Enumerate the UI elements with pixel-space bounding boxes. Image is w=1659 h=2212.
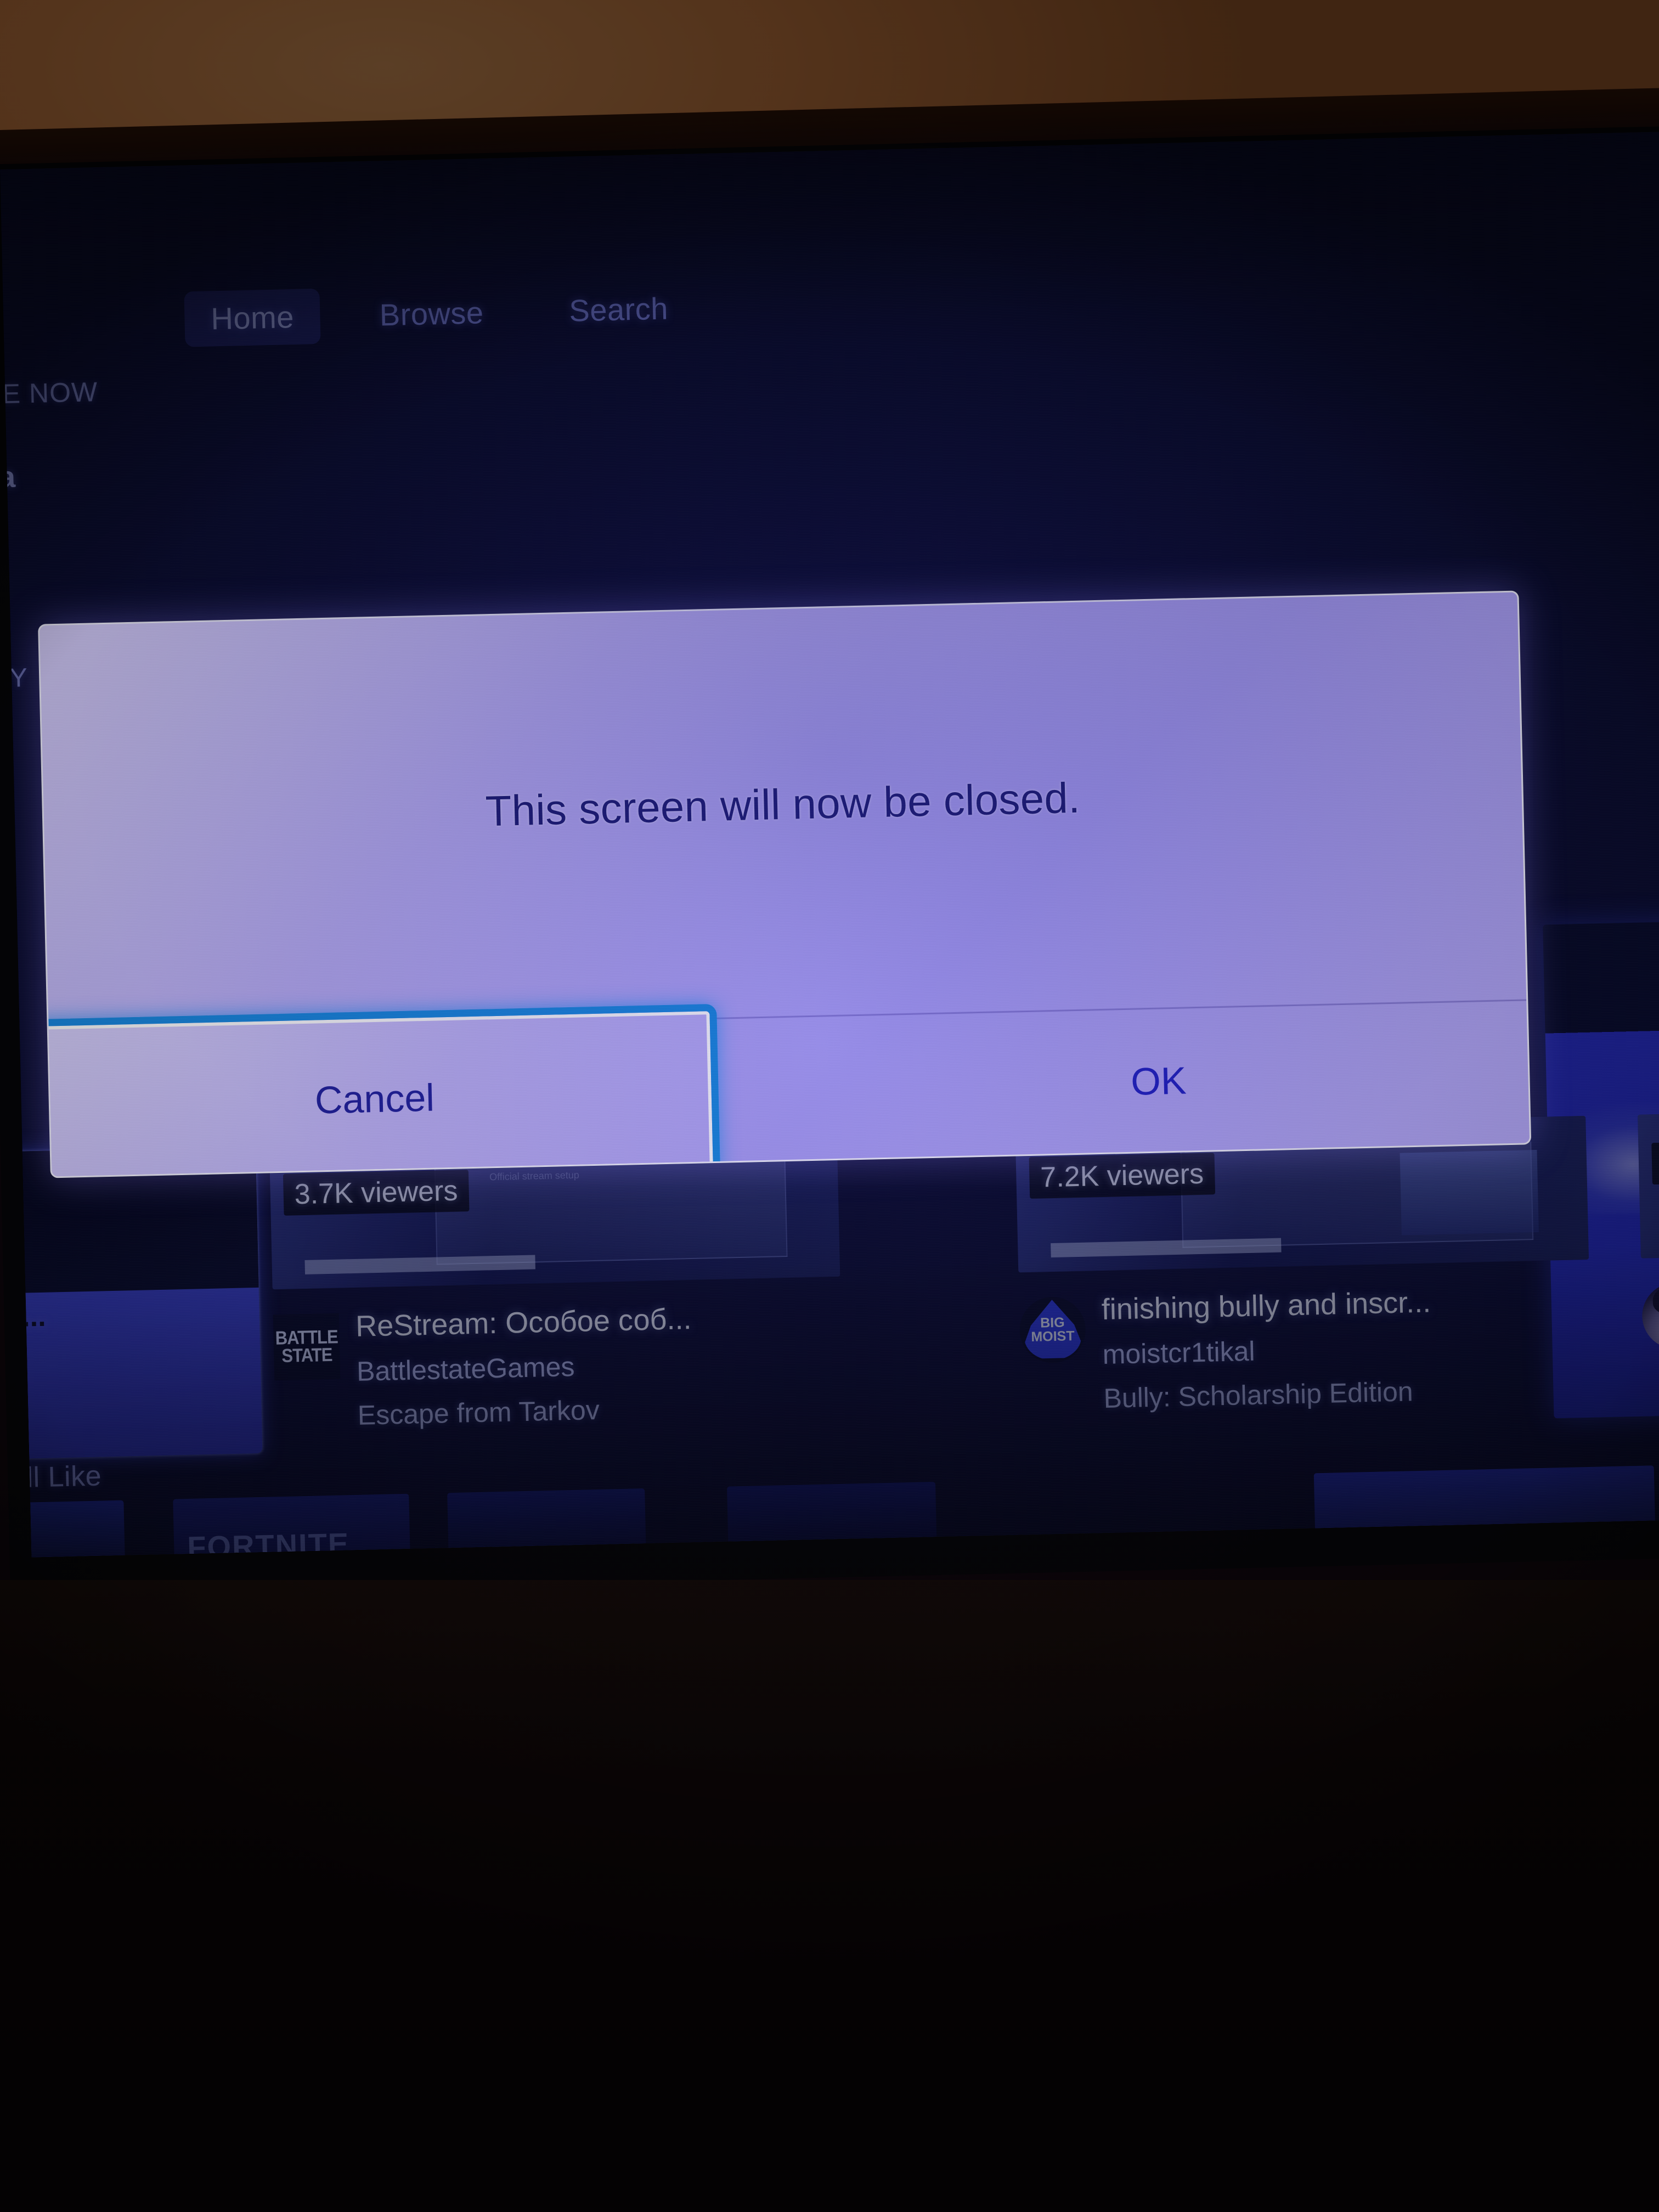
- twitch-tv-app: Home Browse Search IVE NOW Ville lea k Y…: [0, 131, 1659, 1558]
- confirmation-dialog: This screen will now be closed. Cancel O…: [38, 590, 1532, 1178]
- television: Home Browse Search IVE NOW Ville lea k Y…: [0, 126, 1659, 1596]
- photo-of-tv-screen: Home Browse Search IVE NOW Ville lea k Y…: [0, 0, 1659, 2212]
- tv-screen: Home Browse Search IVE NOW Ville lea k Y…: [0, 131, 1659, 1558]
- cancel-button[interactable]: Cancel: [38, 1003, 721, 1178]
- room-below-tv: [0, 1580, 1659, 2212]
- dialog-message: This screen will now be closed.: [484, 773, 1081, 835]
- ok-button[interactable]: OK: [788, 1001, 1530, 1161]
- dialog-message-area: This screen will now be closed.: [40, 592, 1526, 1033]
